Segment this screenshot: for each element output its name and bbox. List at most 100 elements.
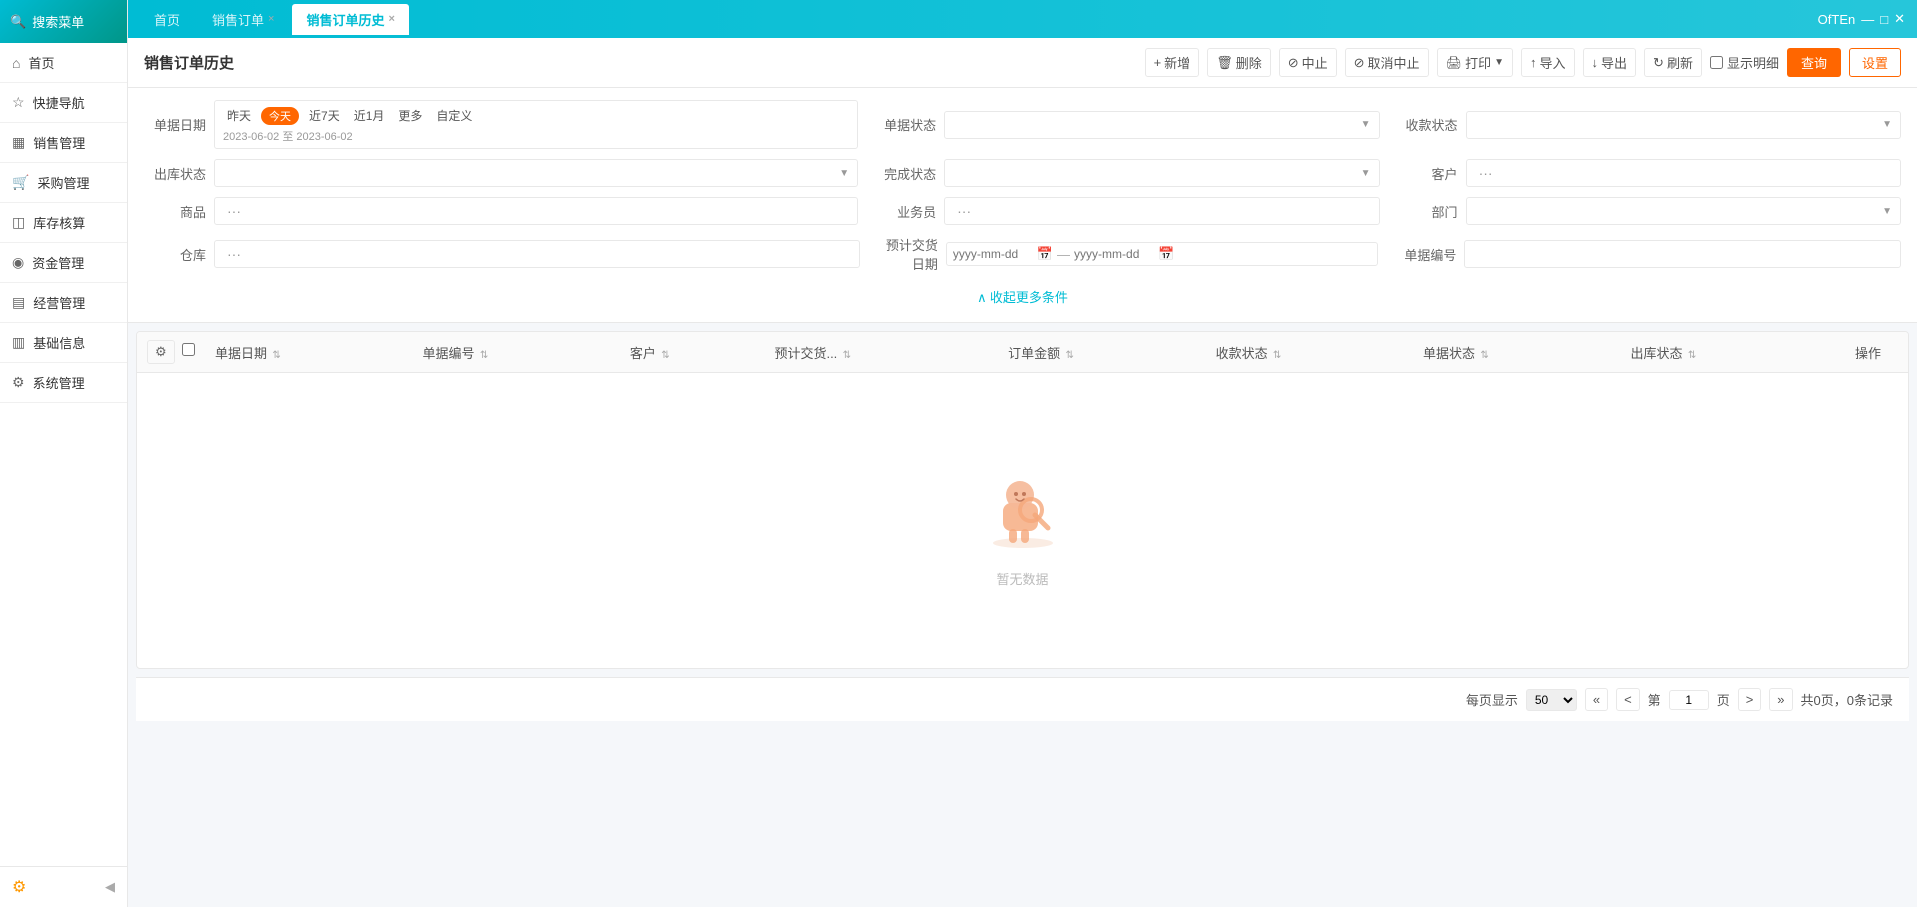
export-button[interactable]: ↓ 导出 — [1583, 48, 1637, 77]
sidebar-item-sales[interactable]: ▦ 销售管理 — [0, 123, 127, 163]
date-1month[interactable]: 近1月 — [350, 105, 389, 126]
window-minimize-icon[interactable]: — — [1861, 12, 1874, 27]
delivery-date-label: 预计交货日期 — [876, 235, 946, 273]
tab-sales-order-close[interactable]: × — [268, 13, 274, 25]
col-delivery-sort[interactable]: ⇅ — [843, 350, 851, 361]
sidebar-item-home[interactable]: ⌂ 首页 — [0, 43, 127, 83]
date-today[interactable]: 今天 — [261, 107, 299, 125]
stop-icon: ⊘ — [1288, 55, 1299, 71]
new-button[interactable]: + 新增 — [1145, 48, 1200, 77]
col-payment: 收款状态 ⇅ — [1206, 332, 1413, 373]
window-maximize-icon[interactable]: □ — [1880, 12, 1888, 27]
print-icon: 🖨 — [1446, 55, 1463, 71]
col-payment-label: 收款状态 — [1216, 346, 1268, 361]
tab-sales-order-history-close[interactable]: × — [388, 13, 394, 25]
query-button[interactable]: 查询 — [1787, 48, 1841, 77]
department-control[interactable]: ▼ — [1466, 197, 1901, 225]
show-detail-input[interactable] — [1710, 56, 1723, 69]
sidebar-item-quick-nav[interactable]: ☆ 快捷导航 — [0, 83, 127, 123]
sidebar-search[interactable]: 🔍 搜索菜单 — [0, 0, 127, 43]
footer-settings-icon[interactable]: ⚙ — [12, 877, 26, 897]
settings-button[interactable]: 设置 — [1849, 48, 1901, 77]
sidebar-item-home-label: 首页 — [28, 53, 54, 72]
col-amount-label: 订单金额 — [1008, 346, 1060, 361]
goods-control[interactable]: ··· — [214, 197, 858, 225]
col-date-sort[interactable]: ⇅ — [272, 350, 280, 361]
date-yesterday[interactable]: 昨天 — [223, 105, 255, 126]
date-7days[interactable]: 近7天 — [305, 105, 344, 126]
cancel-stop-label: 取消中止 — [1368, 53, 1420, 72]
tab-home[interactable]: 首页 — [140, 4, 194, 35]
table-header-row: ⚙ 单据日期 ⇅ 单据编号 ⇅ — [137, 332, 1908, 373]
date-custom[interactable]: 自定义 — [432, 105, 476, 126]
prev-page-btn[interactable]: < — [1616, 688, 1640, 711]
sidebar-item-operation[interactable]: ▤ 经营管理 — [0, 283, 127, 323]
print-arrow: ▼ — [1494, 57, 1504, 68]
col-date-label: 单据日期 — [215, 346, 267, 361]
next-page-btn[interactable]: > — [1738, 688, 1762, 711]
warehouse-control[interactable]: ··· — [214, 240, 860, 268]
sidebar-item-basic[interactable]: ▥ 基础信息 — [0, 323, 127, 363]
collapse-row[interactable]: ∧ 收起更多条件 — [144, 283, 1901, 310]
payment-status-control[interactable]: ▼ — [1466, 111, 1901, 139]
salesperson-dots[interactable]: ··· — [953, 203, 975, 219]
operation-icon: ▤ — [12, 294, 25, 311]
page-size-select[interactable]: 50 10 20 100 — [1526, 689, 1577, 711]
sidebar-item-purchase-label: 采购管理 — [37, 173, 89, 192]
page-number-input[interactable] — [1669, 690, 1709, 710]
col-customer-sort[interactable]: ⇅ — [661, 350, 669, 361]
customer-control[interactable]: ··· — [1466, 159, 1901, 187]
delivery-date-control: 📅 — 📅 — [946, 242, 1379, 266]
tab-sales-order[interactable]: 销售订单 × — [198, 4, 288, 35]
window-close-icon[interactable]: ✕ — [1894, 11, 1905, 27]
sidebar-item-inventory-label: 库存核算 — [33, 213, 85, 232]
col-amount-sort[interactable]: ⇅ — [1065, 350, 1073, 361]
show-detail-checkbox[interactable]: 显示明细 — [1710, 53, 1779, 72]
topbar-brand-label: OfTEn — [1818, 12, 1856, 27]
col-outbound-sort[interactable]: ⇅ — [1688, 350, 1696, 361]
tab-sales-order-history[interactable]: 销售订单历史 × — [292, 4, 408, 35]
refresh-button[interactable]: ↻ 刷新 — [1644, 48, 1702, 77]
sidebar-item-finance[interactable]: ◉ 资金管理 — [0, 243, 127, 283]
last-page-btn[interactable]: » — [1769, 688, 1792, 711]
stop-button[interactable]: ⊘ 中止 — [1279, 48, 1337, 77]
cancel-stop-button[interactable]: ⊘ 取消中止 — [1345, 48, 1429, 77]
order-status-control[interactable]: ▼ — [944, 111, 1379, 139]
salesperson-control[interactable]: ··· — [944, 197, 1379, 225]
warehouse-dots[interactable]: ··· — [223, 246, 245, 262]
empty-text: 暂无数据 — [996, 569, 1048, 588]
select-all-checkbox[interactable] — [182, 343, 195, 356]
complete-status-arrow: ▼ — [1361, 168, 1371, 179]
col-settings-btn[interactable]: ⚙ — [147, 340, 175, 364]
empty-row: 暂无数据 — [137, 373, 1908, 669]
page-title: 销售订单历史 — [144, 52, 234, 73]
delivery-date-start[interactable] — [953, 247, 1033, 261]
sidebar-item-finance-label: 资金管理 — [32, 253, 84, 272]
col-outbound-label: 出库状态 — [1630, 346, 1682, 361]
order-number-label: 单据编号 — [1394, 245, 1464, 264]
first-page-btn[interactable]: « — [1585, 688, 1608, 711]
complete-status-control[interactable]: ▼ — [944, 159, 1379, 187]
delivery-status-control[interactable]: ▼ — [214, 159, 858, 187]
col-number-sort[interactable]: ⇅ — [480, 350, 488, 361]
order-number-control[interactable] — [1464, 240, 1901, 268]
date-more[interactable]: 更多 — [394, 105, 426, 126]
col-payment-sort[interactable]: ⇅ — [1273, 350, 1281, 361]
customer-dots[interactable]: ··· — [1475, 165, 1497, 181]
sidebar-item-system[interactable]: ⚙ 系统管理 — [0, 363, 127, 403]
goods-dots[interactable]: ··· — [223, 203, 245, 219]
delivery-status-label: 出库状态 — [144, 164, 214, 183]
col-status-sort[interactable]: ⇅ — [1480, 350, 1488, 361]
sidebar-item-purchase[interactable]: 🛒 采购管理 — [0, 163, 127, 203]
total-info: 共0页，0条记录 — [1801, 690, 1893, 709]
filter-row-3: 商品 ··· 业务员 ··· 部门 ▼ — [144, 197, 1901, 225]
import-button[interactable]: ↑ 导入 — [1521, 48, 1575, 77]
print-button[interactable]: 🖨 打印 ▼ — [1437, 48, 1513, 77]
purchase-icon: 🛒 — [12, 174, 29, 191]
footer-collapse-icon[interactable]: ◀ — [105, 879, 115, 895]
delete-button[interactable]: 🗑 删除 — [1207, 48, 1271, 77]
delivery-date-end[interactable] — [1074, 247, 1154, 261]
sidebar: 🔍 搜索菜单 ⌂ 首页 ☆ 快捷导航 ▦ 销售管理 🛒 采购管理 ◫ 库存核算 … — [0, 0, 128, 907]
sidebar-item-inventory[interactable]: ◫ 库存核算 — [0, 203, 127, 243]
col-number-label: 单据编号 — [422, 346, 474, 361]
